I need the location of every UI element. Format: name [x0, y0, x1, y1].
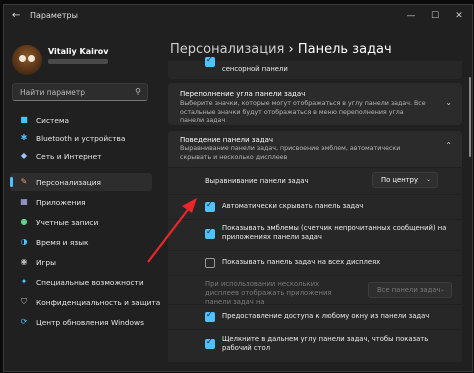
arrow-head — [182, 198, 197, 213]
annotation-arrow — [147, 198, 197, 263]
arrow-shaft — [147, 206, 191, 263]
